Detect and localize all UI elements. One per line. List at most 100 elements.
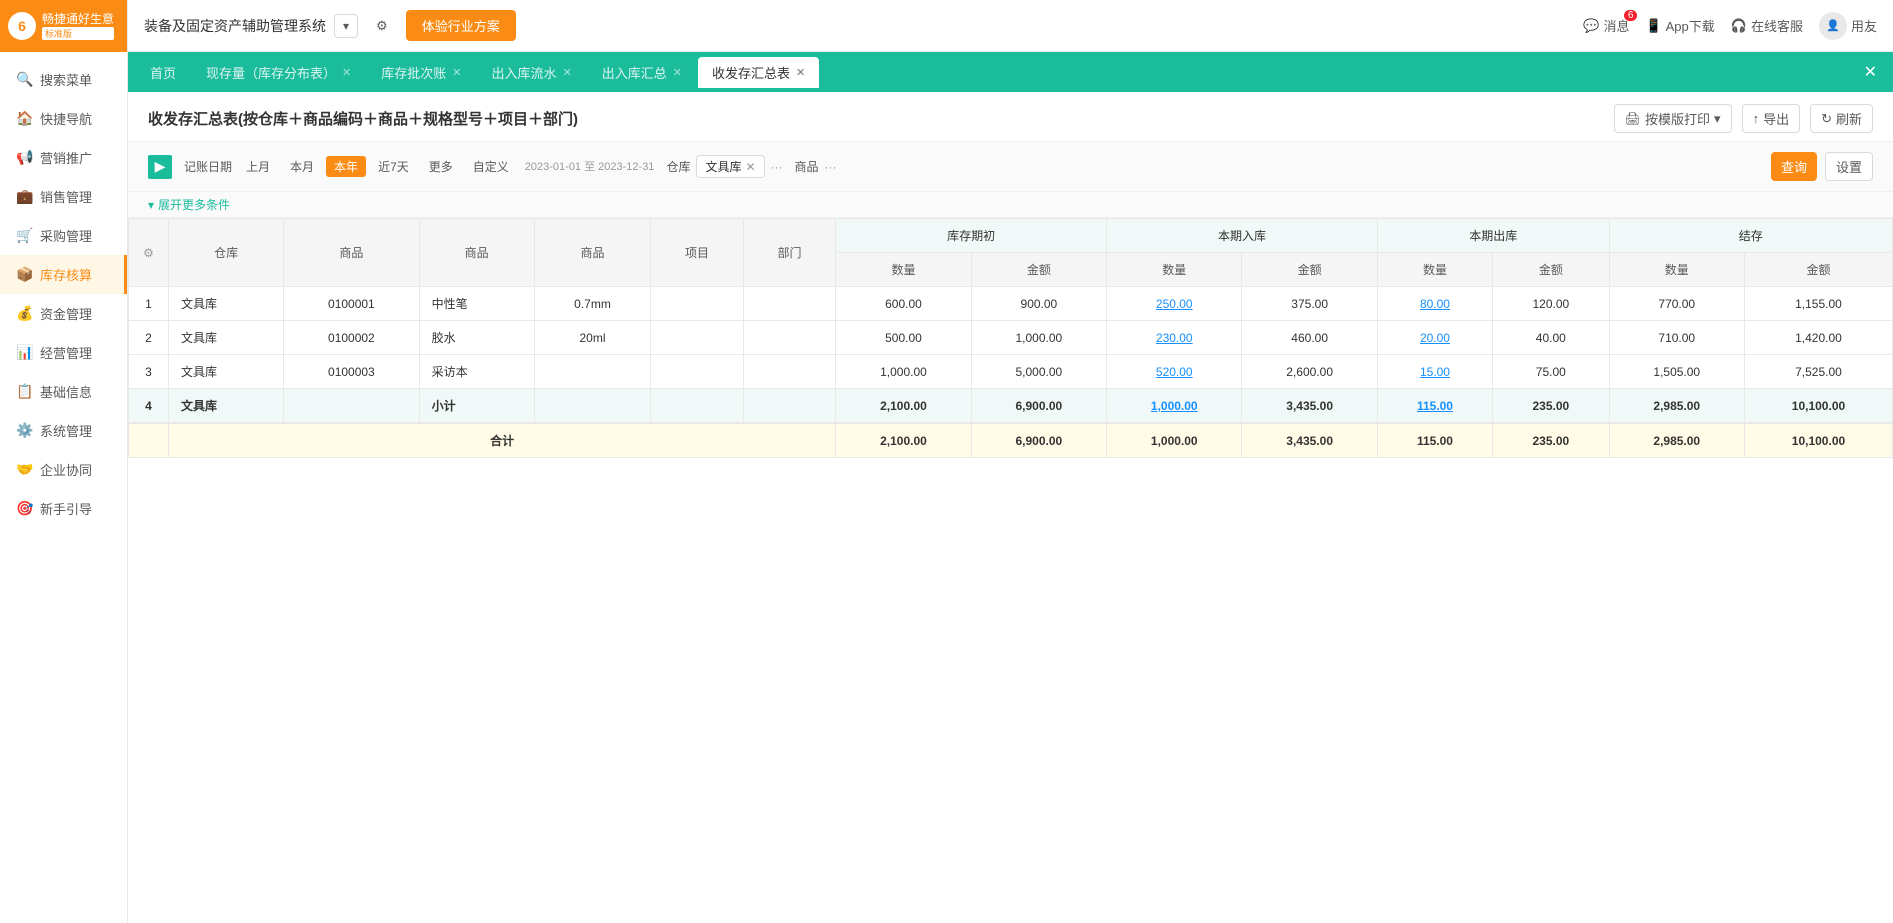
tab-bar: 首页 现存量（库存分布表） ✕ 库存批次账 ✕ 出入库流水 ✕ 出入库汇总 ✕ … [128,52,1893,92]
th-goods-code: 商品 [284,219,419,287]
query-button[interactable]: 查询 [1771,152,1817,181]
footer-out-qty: 115.00 [1377,423,1492,458]
warehouse-more-btn[interactable]: ··· [771,160,783,174]
sidebar-item-collab[interactable]: 🤝 企业协同 [0,450,127,489]
tab-close-inout-summary[interactable]: ✕ [673,66,682,79]
main-area: 装备及固定资产辅助管理系统 ▾ ⚙ 体验行业方案 💬 消息 6 📱 App下载 … [128,0,1893,923]
sidebar-item-basic-info[interactable]: 📋 基础信息 [0,372,127,411]
data-table: ⚙ 仓库 商品 商品 商品 项目 部门 库存期初 本期入库 本期出库 结存 [128,218,1893,458]
sidebar-item-quick-nav[interactable]: 🏠 快捷导航 [0,99,127,138]
sidebar-item-label: 系统管理 [40,421,92,440]
chevron-down-icon: ▾ [1714,111,1721,127]
sidebar-item-label: 搜索菜单 [40,70,92,89]
date-btn-7days[interactable]: 近7天 [370,156,417,177]
tab-close-inout-flow[interactable]: ✕ [563,66,572,79]
settings-btn[interactable]: ⚙ [366,14,398,38]
th-open-qty: 数量 [836,253,971,287]
sidebar-item-marketing[interactable]: 📢 营销推广 [0,138,127,177]
footer-open-amt: 6,900.00 [971,423,1106,458]
sidebar-item-label: 资金管理 [40,304,92,323]
system-name: 装备及固定资产辅助管理系统 [144,16,326,36]
tab-close-stock-dist[interactable]: ✕ [342,66,351,79]
tab-inout-flow[interactable]: 出入库流水 ✕ [477,57,585,88]
footer-open-qty: 2,100.00 [836,423,971,458]
print-button[interactable]: 🖨 按模版打印 ▾ [1614,104,1732,133]
cart-icon: 🛒 [16,227,32,244]
sidebar-item-finance[interactable]: 💰 资金管理 [0,294,127,333]
tab-bar-close[interactable]: ✕ [1856,62,1885,82]
refresh-icon: ↻ [1821,111,1832,127]
th-goods-spec: 商品 [534,219,650,287]
tab-inout-summary[interactable]: 出入库汇总 ✕ [588,57,696,88]
sidebar-item-label: 快捷导航 [40,109,92,128]
logo-text: 畅捷通好生意 [42,12,114,28]
sidebar-item-inventory[interactable]: 📦 库存核算 [0,255,127,294]
date-label: 记账日期 [184,158,232,175]
th-warehouse: 仓库 [169,219,284,287]
export-button[interactable]: ↑ 导出 [1742,104,1801,133]
th-open-amt: 金额 [971,253,1106,287]
goods-more-btn[interactable]: ··· [825,160,837,174]
tab-recv-send[interactable]: 收发存汇总表 ✕ [698,57,819,88]
sidebar-item-sales[interactable]: 💼 销售管理 [0,177,127,216]
warehouse-filter-group: 仓库 文具库 ✕ ··· [666,155,782,178]
column-settings-icon[interactable]: ⚙ [143,246,154,260]
sidebar-item-guide[interactable]: 🎯 新手引导 [0,489,127,528]
th-opening: 库存期初 [836,219,1107,253]
handshake-icon: 🤝 [16,461,32,478]
table-row: 1文具库0100001中性笔0.7mm600.00900.00250.00375… [129,287,1893,321]
bell-icon: 💬 [1583,18,1599,34]
tab-stock-dist[interactable]: 现存量（库存分布表） ✕ [192,57,365,88]
sidebar-item-purchase[interactable]: 🛒 采购管理 [0,216,127,255]
th-bal-qty: 数量 [1609,253,1744,287]
date-btn-this-month[interactable]: 本月 [282,156,322,177]
th-in-amt: 金额 [1242,253,1377,287]
warehouse-tag-close[interactable]: ✕ [745,160,755,174]
expand-more-row: ▾ 展开更多条件 [128,192,1893,218]
table-settings-button[interactable]: 设置 [1825,152,1873,181]
online-service-label: 在线客服 [1751,16,1803,35]
expand-more-button[interactable]: ▾ 展开更多条件 [148,196,230,213]
warehouse-tag: 文具库 ✕ [696,155,764,178]
avatar: 👤 [1819,12,1847,40]
trial-button[interactable]: 体验行业方案 [406,10,516,41]
user-item[interactable]: 👤 用友 [1819,12,1877,40]
table-body: 1文具库0100001中性笔0.7mm600.00900.00250.00375… [129,287,1893,424]
online-service-item[interactable]: 🎧 在线客服 [1731,16,1803,35]
footer-bal-qty: 2,985.00 [1609,423,1744,458]
user-label: 用友 [1851,16,1877,35]
chart-icon: 📊 [16,344,32,361]
gear-icon: ⚙️ [16,422,32,439]
briefcase-icon: 💼 [16,188,32,205]
system-dropdown[interactable]: ▾ [334,14,358,38]
tab-close-recv-send[interactable]: ✕ [796,66,805,79]
notification-badge: 6 [1624,10,1638,21]
table-row: 4文具库小计2,100.006,900.001,000.003,435.0011… [129,389,1893,424]
sidebar-item-search[interactable]: 🔍 搜索菜单 [0,60,127,99]
sidebar-item-system[interactable]: ⚙️ 系统管理 [0,411,127,450]
table-wrapper: ⚙ 仓库 商品 商品 商品 项目 部门 库存期初 本期入库 本期出库 结存 [128,218,1893,923]
logo-icon: 6 [8,12,36,40]
table-row: 3文具库0100003采访本1,000.005,000.00520.002,60… [129,355,1893,389]
print-icon: 🖨 [1625,111,1642,127]
sidebar-item-operations[interactable]: 📊 经营管理 [0,333,127,372]
footer-label: 合计 [169,423,836,458]
tab-home[interactable]: 首页 [136,57,190,88]
app-download-item[interactable]: 📱 App下载 [1645,16,1714,35]
th-goods-name: 商品 [419,219,534,287]
goods-filter-group: 商品 ··· [795,158,837,175]
filter-expand-button[interactable]: ▶ [148,155,172,179]
date-btn-this-year[interactable]: 本年 [326,156,366,177]
tab-batch[interactable]: 库存批次账 ✕ [367,57,475,88]
phone-icon: 📱 [1645,18,1661,34]
date-btn-last-month[interactable]: 上月 [238,156,278,177]
th-out-qty: 数量 [1377,253,1492,287]
notification-item[interactable]: 💬 消息 6 [1583,16,1629,35]
date-btn-custom[interactable]: 自定义 [465,156,517,177]
date-btn-more[interactable]: 更多 [421,156,461,177]
footer-in-amt: 3,435.00 [1242,423,1377,458]
tab-close-batch[interactable]: ✕ [452,66,461,79]
app-download-label: App下载 [1666,16,1715,35]
refresh-button[interactable]: ↻ 刷新 [1810,104,1873,133]
sidebar-item-label: 基础信息 [40,382,92,401]
